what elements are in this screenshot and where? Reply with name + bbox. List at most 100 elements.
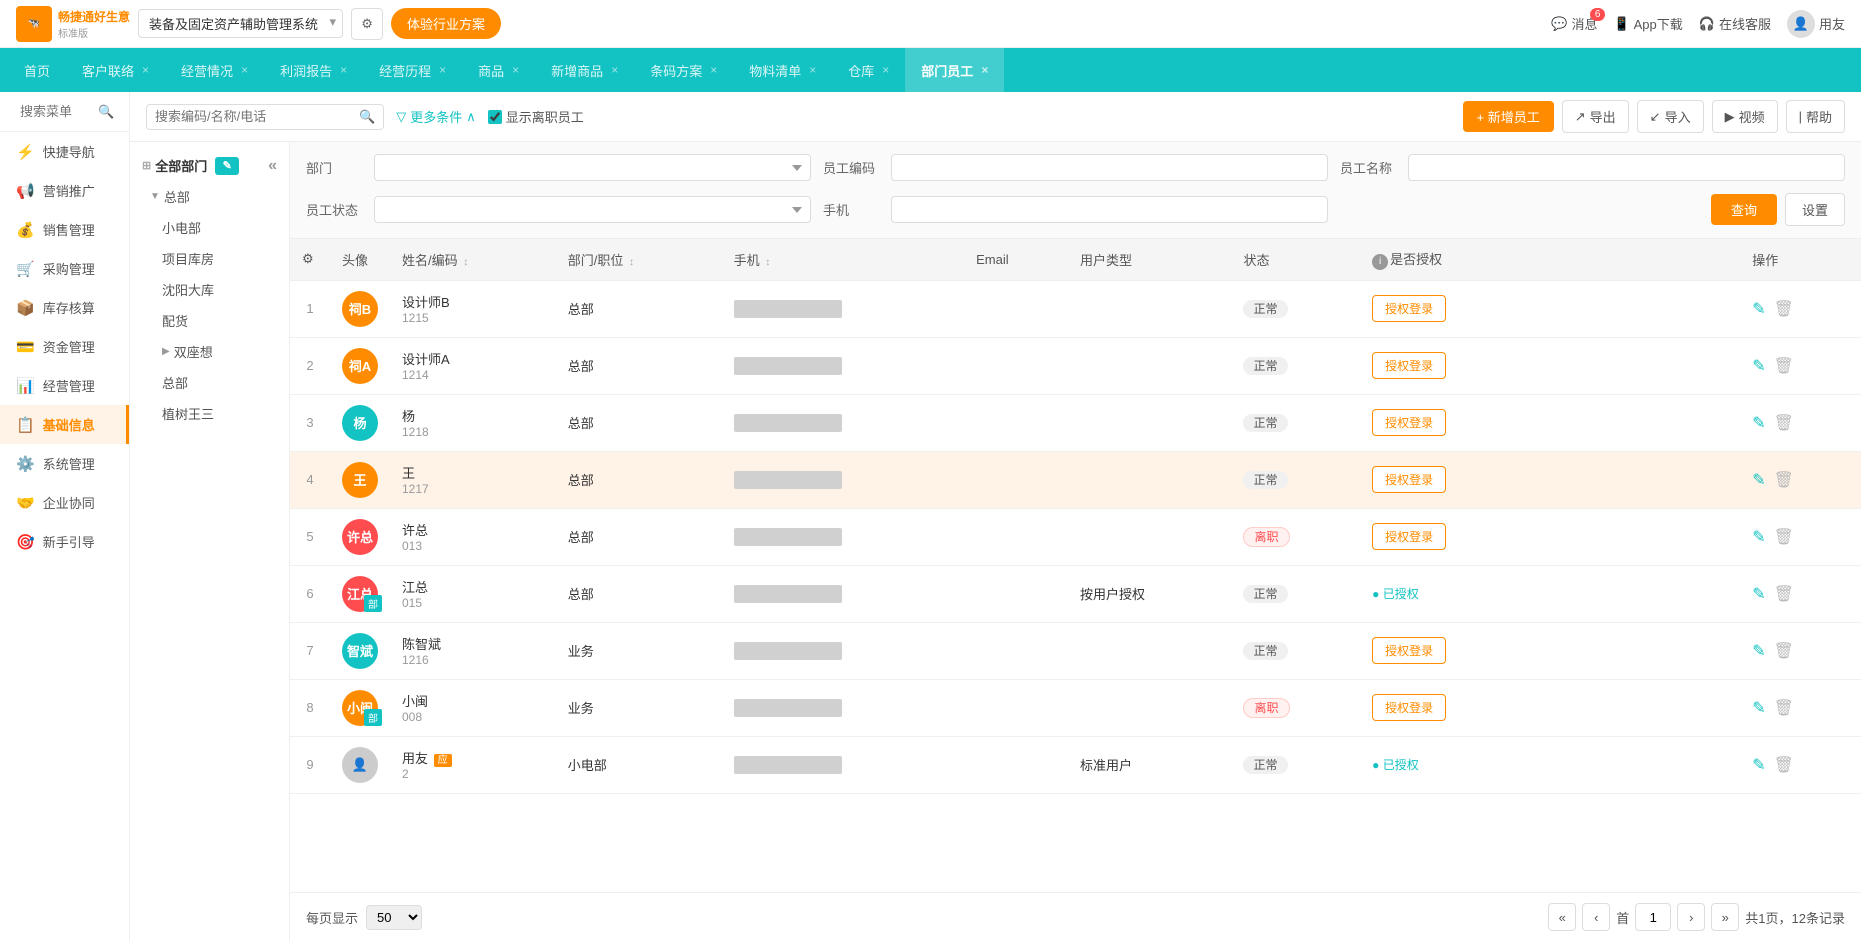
sidebar-item-finance[interactable]: 💳 资金管理 <box>0 327 129 366</box>
col-dept[interactable]: 部门/职位 ↕ <box>556 239 722 280</box>
edit-button[interactable]: ✎ <box>1752 356 1765 376</box>
tab-profit[interactable]: 利润报告× <box>264 48 363 92</box>
tab-close-icon[interactable]: × <box>611 63 618 77</box>
delete-button[interactable]: 🗑 <box>1774 299 1794 319</box>
export-button[interactable]: ↗ 导出 <box>1562 100 1629 133</box>
system-title[interactable]: 装备及固定资产辅助管理系统 <box>138 9 343 38</box>
dept-item-small-elec[interactable]: 小电部 <box>130 212 289 243</box>
col-phone[interactable]: 手机 ↕ <box>722 239 965 280</box>
auth-login-button[interactable]: 授权登录 <box>1372 409 1446 436</box>
dept-item-hq[interactable]: 总部 <box>130 367 289 398</box>
delete-button[interactable]: 🗑 <box>1774 698 1794 718</box>
tab-close-icon[interactable]: × <box>710 63 717 77</box>
tab-history[interactable]: 经营历程× <box>363 48 462 92</box>
view-button[interactable]: ▶ 视频 <box>1712 100 1778 133</box>
edit-button[interactable]: ✎ <box>1752 641 1765 661</box>
tab-warehouse[interactable]: 仓库× <box>832 48 905 92</box>
sidebar-item-inventory[interactable]: 📦 库存核算 <box>0 288 129 327</box>
tab-goods[interactable]: 商品× <box>462 48 535 92</box>
tab-department[interactable]: 部门员工× <box>905 48 1004 92</box>
edit-button[interactable]: ✎ <box>1752 527 1765 547</box>
help-button[interactable]: | 帮助 <box>1786 100 1845 133</box>
settings-button[interactable]: 设置 <box>1785 193 1845 226</box>
edit-button[interactable]: ✎ <box>1752 698 1765 718</box>
auth-login-button[interactable]: 授权登录 <box>1372 295 1446 322</box>
edit-button[interactable]: ✎ <box>1752 413 1765 433</box>
dept-select[interactable] <box>374 154 811 181</box>
tab-close-icon[interactable]: × <box>439 63 446 77</box>
sidebar-item-shortcuts[interactable]: ⚡ 快捷导航 <box>0 132 129 171</box>
dept-item-delivery[interactable]: 配货 <box>130 305 289 336</box>
edit-dept-button[interactable]: ✎ <box>215 157 239 175</box>
import-button[interactable]: ↙ 导入 <box>1637 100 1704 133</box>
message-button[interactable]: 💬 消息 6 <box>1551 14 1597 33</box>
dept-item-plant[interactable]: 植树王三 <box>130 398 289 429</box>
auth-login-button[interactable]: 授权登录 <box>1372 352 1446 379</box>
tab-close-icon[interactable]: × <box>981 63 988 77</box>
tab-add-goods[interactable]: 新增商品× <box>535 48 634 92</box>
delete-button[interactable]: 🗑 <box>1774 755 1794 775</box>
dept-item-root[interactable]: ▼ 总部 <box>130 181 289 212</box>
sidebar-item-purchase[interactable]: 🛒 采购管理 <box>0 249 129 288</box>
phone-input[interactable] <box>891 196 1328 223</box>
search-button[interactable]: 查询 <box>1711 194 1777 225</box>
delete-button[interactable]: 🗑 <box>1774 641 1794 661</box>
delete-button[interactable]: 🗑 <box>1774 584 1794 604</box>
user-button[interactable]: 👤 用友 <box>1787 10 1845 38</box>
sidebar-item-management[interactable]: 📊 经营管理 <box>0 366 129 405</box>
sidebar-item-collab[interactable]: 🤝 企业协同 <box>0 483 129 522</box>
tab-bom[interactable]: 物料清单× <box>733 48 832 92</box>
tab-close-icon[interactable]: × <box>882 63 889 77</box>
prev-page-button[interactable]: ‹ <box>1582 903 1610 931</box>
app-download-button[interactable]: 📱 App下载 <box>1613 14 1682 33</box>
tab-close-icon[interactable]: × <box>809 63 816 77</box>
delete-button[interactable]: 🗑 <box>1774 413 1794 433</box>
delete-button[interactable]: 🗑 <box>1774 527 1794 547</box>
sidebar-item-guide[interactable]: 🎯 新手引导 <box>0 522 129 561</box>
tab-barcode[interactable]: 条码方案× <box>634 48 733 92</box>
edit-button[interactable]: ✎ <box>1752 584 1765 604</box>
show-inactive-toggle[interactable]: 显示离职员工 <box>488 107 584 126</box>
dept-item-double[interactable]: ▶ 双座想 <box>130 336 289 367</box>
last-page-button[interactable]: » <box>1711 903 1739 931</box>
tab-customer[interactable]: 客户联络× <box>66 48 165 92</box>
col-name[interactable]: 姓名/编码 ↕ <box>390 239 556 280</box>
emp-name-input[interactable] <box>1408 154 1845 181</box>
auth-login-button[interactable]: 授权登录 <box>1372 523 1446 550</box>
sidebar-search-input[interactable] <box>12 100 92 123</box>
dept-item-project[interactable]: 项目库房 <box>130 243 289 274</box>
delete-button[interactable]: 🗑 <box>1774 356 1794 376</box>
delete-button[interactable]: 🗑 <box>1774 470 1794 490</box>
search-input[interactable] <box>155 109 355 124</box>
dept-item-shenyang[interactable]: 沈阳大库 <box>130 274 289 305</box>
sidebar-item-basics[interactable]: 📋 基础信息 <box>0 405 129 444</box>
add-employee-button[interactable]: + 新增员工 <box>1463 101 1554 132</box>
first-page-button[interactable]: « <box>1548 903 1576 931</box>
page-size-select[interactable]: 50 100 200 <box>366 905 422 930</box>
next-page-button[interactable]: › <box>1677 903 1705 931</box>
tab-close-icon[interactable]: × <box>340 63 347 77</box>
filter-more-button[interactable]: ▽ 更多条件 ∧ <box>396 107 476 126</box>
edit-button[interactable]: ✎ <box>1752 299 1765 319</box>
tab-home[interactable]: 首页 <box>8 48 66 92</box>
show-inactive-checkbox[interactable] <box>488 110 502 124</box>
emp-code-input[interactable] <box>891 154 1328 181</box>
auth-login-button[interactable]: 授权登录 <box>1372 466 1446 493</box>
auth-login-button[interactable]: 授权登录 <box>1372 637 1446 664</box>
sidebar-item-marketing[interactable]: 📢 营销推广 <box>0 171 129 210</box>
dept-collapse-button[interactable]: « <box>268 157 277 175</box>
sidebar-item-sales[interactable]: 💰 销售管理 <box>0 210 129 249</box>
sidebar-item-system[interactable]: ⚙️ 系统管理 <box>0 444 129 483</box>
tab-operation[interactable]: 经营情况× <box>165 48 264 92</box>
auth-login-button[interactable]: 授权登录 <box>1372 694 1446 721</box>
gear-button[interactable]: ⚙ <box>351 8 383 40</box>
trial-button[interactable]: 体验行业方案 <box>391 8 501 39</box>
tab-close-icon[interactable]: × <box>512 63 519 77</box>
tab-close-icon[interactable]: × <box>142 63 149 77</box>
edit-button[interactable]: ✎ <box>1752 755 1765 775</box>
edit-button[interactable]: ✎ <box>1752 470 1765 490</box>
emp-status-select[interactable] <box>374 196 811 223</box>
page-input[interactable]: 1 <box>1635 903 1671 931</box>
online-service-button[interactable]: 🎧 在线客服 <box>1699 14 1771 33</box>
tab-close-icon[interactable]: × <box>241 63 248 77</box>
